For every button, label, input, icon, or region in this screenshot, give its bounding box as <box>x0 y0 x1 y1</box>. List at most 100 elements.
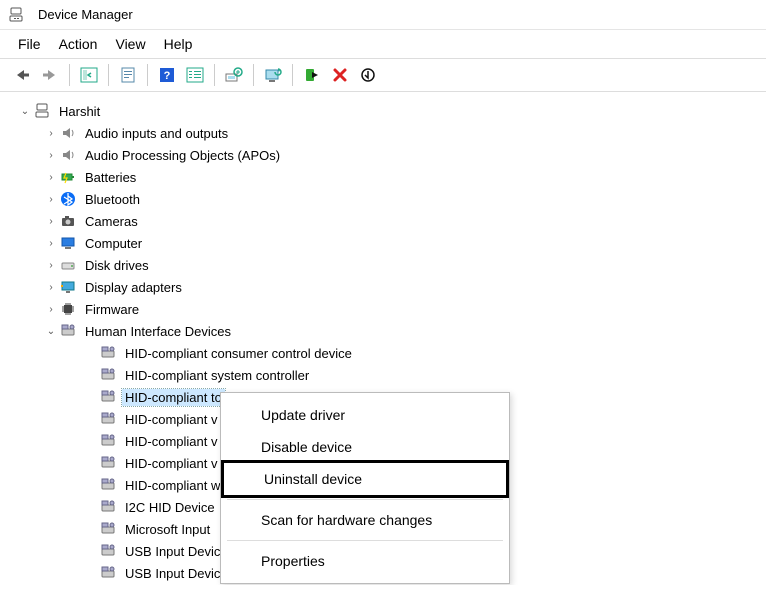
cat-batteries[interactable]: › Batteries <box>4 166 762 188</box>
svg-text:?: ? <box>164 70 171 82</box>
forward-button[interactable] <box>38 63 62 87</box>
chevron-right-icon[interactable]: › <box>44 238 58 249</box>
no-chevron: · <box>84 414 98 425</box>
no-chevron: · <box>84 502 98 513</box>
no-chevron: · <box>84 348 98 359</box>
cm-scan-hardware[interactable]: Scan for hardware changes <box>221 504 509 536</box>
cat-label: Audio Processing Objects (APOs) <box>82 147 283 164</box>
cat-hid[interactable]: ⌄ Human Interface Devices <box>4 320 762 342</box>
device-tree[interactable]: ⌄ Harshit › Audio inputs and outputs › A… <box>0 92 766 585</box>
disk-icon <box>58 256 78 274</box>
chevron-right-icon[interactable]: › <box>44 260 58 271</box>
battery-icon <box>58 168 78 186</box>
hid-icon <box>98 498 118 516</box>
hid-icon <box>98 366 118 384</box>
display-adapter-icon <box>58 278 78 296</box>
toolbar-sep <box>214 64 215 86</box>
no-chevron: · <box>84 524 98 535</box>
cat-computer[interactable]: › Computer <box>4 232 762 254</box>
bluetooth-icon <box>58 190 78 208</box>
chevron-right-icon[interactable]: › <box>44 282 58 293</box>
cat-label: Computer <box>82 235 145 252</box>
cm-separator <box>227 499 503 500</box>
device-label: HID-compliant v <box>122 411 220 428</box>
device-label: USB Input Device <box>122 565 231 582</box>
chevron-down-icon[interactable]: ⌄ <box>18 106 32 117</box>
toolbar-sep <box>69 64 70 86</box>
menu-view[interactable]: View <box>115 36 145 52</box>
cat-bluetooth[interactable]: › Bluetooth <box>4 188 762 210</box>
cat-label: Audio inputs and outputs <box>82 125 231 142</box>
cat-label: Disk drives <box>82 257 152 274</box>
chevron-right-icon[interactable]: › <box>44 150 58 161</box>
devmgr-icon <box>6 6 26 24</box>
chevron-down-icon[interactable]: ⌄ <box>44 326 58 337</box>
hid-device[interactable]: · HID-compliant consumer control device <box>4 342 762 364</box>
cat-apo[interactable]: › Audio Processing Objects (APOs) <box>4 144 762 166</box>
toolbar: ? <box>0 58 766 92</box>
back-button[interactable] <box>10 63 34 87</box>
cat-cameras[interactable]: › Cameras <box>4 210 762 232</box>
device-label: HID-compliant consumer control device <box>122 345 355 362</box>
toolbar-sep <box>292 64 293 86</box>
uninstall-device-button[interactable] <box>328 63 352 87</box>
speaker-icon <box>58 146 78 164</box>
cm-properties[interactable]: Properties <box>221 545 509 577</box>
cm-uninstall-device[interactable]: Uninstall device <box>221 460 509 498</box>
properties-button[interactable] <box>116 63 140 87</box>
cm-separator <box>227 540 503 541</box>
action-list-button[interactable] <box>183 63 207 87</box>
hid-icon <box>98 542 118 560</box>
device-label: HID-compliant v <box>122 433 220 450</box>
enable-device-button[interactable] <box>300 63 324 87</box>
menu-file[interactable]: File <box>18 36 41 52</box>
update-driver-button[interactable] <box>261 63 285 87</box>
toolbar-sep <box>147 64 148 86</box>
hid-icon <box>98 454 118 472</box>
cm-update-driver[interactable]: Update driver <box>221 399 509 431</box>
menubar: File Action View Help <box>0 30 766 58</box>
cat-label: Firmware <box>82 301 142 318</box>
chevron-right-icon[interactable]: › <box>44 128 58 139</box>
cat-label: Cameras <box>82 213 141 230</box>
hid-icon <box>98 432 118 450</box>
menu-action[interactable]: Action <box>59 36 98 52</box>
show-hide-tree-button[interactable] <box>77 63 101 87</box>
context-menu: Update driver Disable device Uninstall d… <box>220 392 510 584</box>
hid-icon <box>98 410 118 428</box>
no-chevron: · <box>84 480 98 491</box>
chevron-right-icon[interactable]: › <box>44 304 58 315</box>
cat-label: Display adapters <box>82 279 185 296</box>
cat-audio[interactable]: › Audio inputs and outputs <box>4 122 762 144</box>
cat-firmware[interactable]: › Firmware <box>4 298 762 320</box>
hid-icon <box>98 344 118 362</box>
hid-device[interactable]: · HID-compliant system controller <box>4 364 762 386</box>
hid-icon <box>98 476 118 494</box>
cat-display[interactable]: › Display adapters <box>4 276 762 298</box>
monitor-icon <box>58 234 78 252</box>
chevron-right-icon[interactable]: › <box>44 194 58 205</box>
help-button[interactable]: ? <box>155 63 179 87</box>
chevron-right-icon[interactable]: › <box>44 172 58 183</box>
scan-hardware-button[interactable] <box>222 63 246 87</box>
cm-disable-device[interactable]: Disable device <box>221 431 509 463</box>
cat-label: Bluetooth <box>82 191 143 208</box>
tree-root[interactable]: ⌄ Harshit <box>4 100 762 122</box>
no-chevron: · <box>84 458 98 469</box>
hid-icon <box>58 322 78 340</box>
camera-icon <box>58 212 78 230</box>
no-chevron: · <box>84 370 98 381</box>
disable-device-button[interactable] <box>356 63 380 87</box>
window-title: Device Manager <box>38 7 133 22</box>
no-chevron: · <box>84 568 98 579</box>
cat-disk[interactable]: › Disk drives <box>4 254 762 276</box>
computer-root-icon <box>32 102 52 120</box>
no-chevron: · <box>84 436 98 447</box>
tree-root-label: Harshit <box>56 103 103 120</box>
device-label: HID-compliant v <box>122 455 220 472</box>
menu-help[interactable]: Help <box>164 36 193 52</box>
chevron-right-icon[interactable]: › <box>44 216 58 227</box>
speaker-icon <box>58 124 78 142</box>
cat-label: Human Interface Devices <box>82 323 234 340</box>
device-label: I2C HID Device <box>122 499 218 516</box>
